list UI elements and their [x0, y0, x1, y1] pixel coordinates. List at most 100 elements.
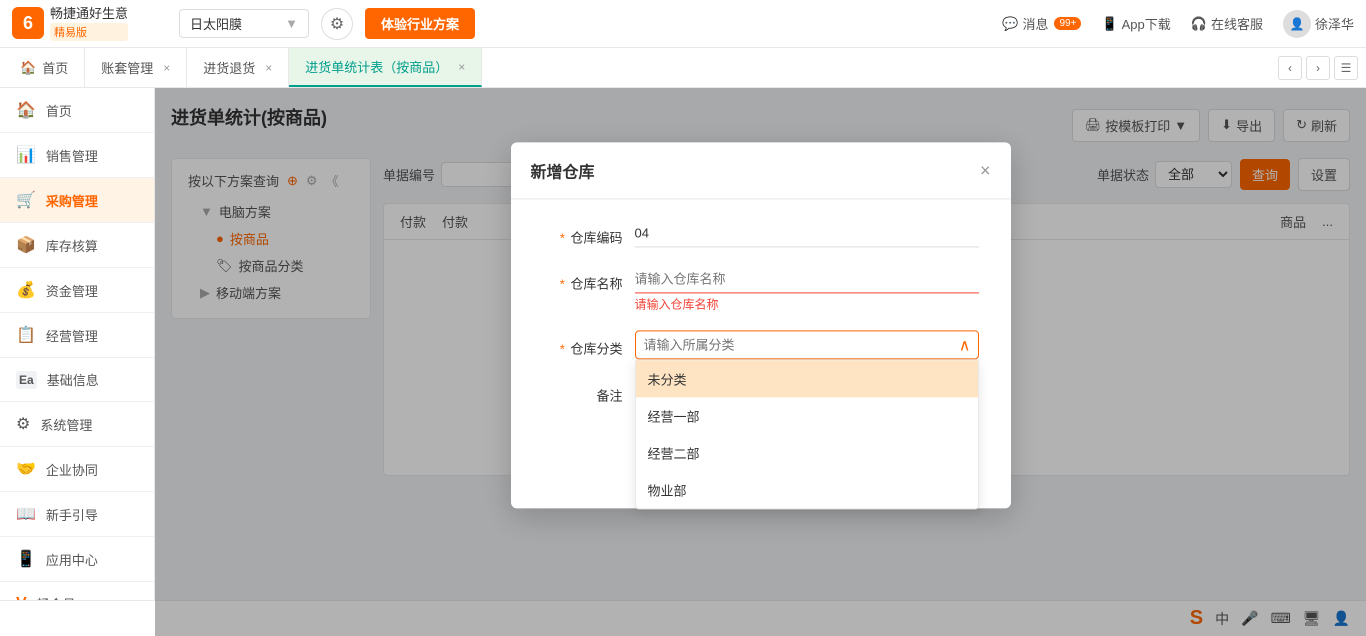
basic-info-icon: Ea — [16, 371, 37, 389]
logo-name: 畅捷通好生意 — [50, 6, 128, 23]
tab-home-label: 首页 — [42, 58, 68, 77]
header-right: 💬 消息 99+ 📱 App下载 🎧 在线客服 👤 徐泽华 — [1002, 10, 1354, 38]
dialog-title: 新增仓库 — [531, 158, 595, 182]
sidebar-item-operations[interactable]: 📋 经营管理 — [0, 313, 154, 358]
dialog-header: 新增仓库 × — [511, 142, 1011, 199]
user-item[interactable]: 👤 徐泽华 — [1283, 10, 1354, 38]
warehouse-name-error: 请输入仓库名称 — [635, 295, 979, 312]
sidebar-label-sales: 销售管理 — [46, 146, 98, 165]
phone-icon: 📱 — [1101, 16, 1117, 32]
top-header: 6 畅捷通好生意 精易版 日太阳膜 ▼ ⚙ 体验行业方案 💬 消息 99+ 📱 … — [0, 0, 1366, 48]
avatar: 👤 — [1283, 10, 1311, 38]
dropdown-item-ops2[interactable]: 经营二部 — [636, 434, 978, 471]
tab-menu[interactable]: ☰ — [1334, 56, 1358, 80]
sidebar-item-purchase[interactable]: 🛒 采购管理 — [0, 178, 154, 223]
dropdown-item-ops1[interactable]: 经营一部 — [636, 397, 978, 434]
sidebar-label-home: 首页 — [46, 101, 72, 120]
messages-label: 消息 — [1022, 14, 1048, 33]
sidebar-label-cooperation: 企业协同 — [46, 460, 98, 479]
warehouse-code-row: * 仓库编码 — [543, 219, 979, 247]
sidebar-label-guide: 新手引导 — [46, 505, 98, 524]
messages-badge: 99+ — [1054, 17, 1081, 30]
tab-purchase-return-label: 进货退货 — [203, 58, 255, 77]
sidebar-label-system: 系统管理 — [40, 415, 92, 434]
tab-controls: ‹ › ☰ — [1278, 48, 1366, 87]
messages-item[interactable]: 💬 消息 99+ — [1002, 14, 1081, 33]
sales-icon: 📊 — [16, 145, 36, 165]
logo-tag: 精易版 — [50, 23, 128, 41]
warehouse-name-label: * 仓库名称 — [543, 265, 623, 292]
dialog-body: * 仓库编码 * 仓库名称 请输入仓库名称 — [511, 199, 1011, 443]
sidebar-item-inventory[interactable]: 📦 库存核算 — [0, 223, 154, 268]
sidebar-label-purchase: 采购管理 — [46, 191, 98, 210]
store-name: 日太阳膜 — [190, 14, 242, 33]
headset-icon: 🎧 — [1191, 16, 1207, 32]
content-area: 进货单统计(按商品) 🖨 按模板打印 ▼ ⬇ 导出 ↻ 刷新 — [155, 88, 1366, 636]
home-icon: 🏠 — [20, 60, 36, 76]
system-icon: ⚙ — [16, 414, 30, 434]
notes-label: 备注 — [543, 377, 623, 404]
sidebar-item-cooperation[interactable]: 🤝 企业协同 — [0, 447, 154, 492]
logo-area: 6 畅捷通好生意 精易版 — [12, 6, 167, 41]
warehouse-category-row: * 仓库分类 ∧ 未分类 经营一部 — [543, 330, 979, 359]
sidebar: 🏠 首页 📊 销售管理 🛒 采购管理 📦 库存核算 💰 资金管理 📋 经营管理 … — [0, 88, 155, 636]
tab-purchase-stats[interactable]: 进货单统计表（按商品） × — [289, 48, 482, 87]
warehouse-code-label: * 仓库编码 — [543, 219, 623, 246]
sidebar-item-sales[interactable]: 📊 销售管理 — [0, 133, 154, 178]
logo-icon: 6 — [12, 7, 44, 39]
tab-purchase-stats-close[interactable]: × — [458, 60, 465, 74]
purchase-icon: 🛒 — [16, 190, 36, 210]
sidebar-item-system[interactable]: ⚙ 系统管理 — [0, 402, 154, 447]
warehouse-name-row: * 仓库名称 请输入仓库名称 — [543, 265, 979, 312]
online-service-label: 在线客服 — [1211, 14, 1263, 33]
sidebar-item-finance[interactable]: 💰 资金管理 — [0, 268, 154, 313]
online-service-item[interactable]: 🎧 在线客服 — [1191, 14, 1263, 33]
warehouse-category-label: * 仓库分类 — [543, 330, 623, 357]
warehouse-code-input[interactable] — [635, 219, 979, 247]
app-download-item[interactable]: 📱 App下载 — [1101, 14, 1170, 33]
guide-icon: 📖 — [16, 504, 36, 524]
sidebar-item-home[interactable]: 🏠 首页 — [0, 88, 154, 133]
sidebar-item-guide[interactable]: 📖 新手引导 — [0, 492, 154, 537]
sidebar-label-operations: 经营管理 — [46, 326, 98, 345]
tab-accounts-close[interactable]: × — [163, 61, 170, 75]
category-dropdown: 未分类 经营一部 经营二部 物业部 — [635, 359, 979, 509]
username: 徐泽华 — [1315, 14, 1354, 33]
tab-purchase-stats-label: 进货单统计表（按商品） — [305, 57, 448, 76]
gear-button[interactable]: ⚙ — [321, 8, 353, 40]
operations-icon: 📋 — [16, 325, 36, 345]
warehouse-category-input[interactable] — [635, 330, 979, 359]
sidebar-label-inventory: 库存核算 — [46, 236, 98, 255]
tab-purchase-return[interactable]: 进货退货 × — [187, 48, 289, 87]
new-warehouse-dialog: 新增仓库 × * 仓库编码 * — [511, 142, 1011, 508]
tab-scroll-right[interactable]: › — [1306, 56, 1330, 80]
inventory-icon: 📦 — [16, 235, 36, 255]
sidebar-item-apps[interactable]: 📱 应用中心 — [0, 537, 154, 582]
warehouse-category-wrap: ∧ 未分类 经营一部 经营二部 — [635, 330, 979, 359]
warehouse-name-input[interactable] — [635, 265, 979, 293]
app-download-label: App下载 — [1122, 14, 1171, 33]
tab-scroll-left[interactable]: ‹ — [1278, 56, 1302, 80]
sidebar-label-apps: 应用中心 — [46, 550, 98, 569]
gear-icon: ⚙ — [330, 14, 344, 34]
tab-accounts[interactable]: 账套管理 × — [85, 48, 187, 87]
finance-icon: 💰 — [16, 280, 36, 300]
apps-icon: 📱 — [16, 549, 36, 569]
warehouse-name-wrap: 请输入仓库名称 — [635, 265, 979, 312]
trial-button[interactable]: 体验行业方案 — [365, 8, 475, 39]
warehouse-code-wrap — [635, 219, 979, 247]
message-icon: 💬 — [1002, 16, 1018, 32]
home-icon: 🏠 — [16, 100, 36, 120]
tab-home[interactable]: 🏠 首页 — [4, 48, 85, 87]
tab-purchase-return-close[interactable]: × — [265, 61, 272, 75]
tab-bar: 🏠 首页 账套管理 × 进货退货 × 进货单统计表（按商品） × ‹ › ☰ — [0, 48, 1366, 88]
main-layout: 🏠 首页 📊 销售管理 🛒 采购管理 📦 库存核算 💰 资金管理 📋 经营管理 … — [0, 88, 1366, 636]
sidebar-item-basic-info[interactable]: Ea 基础信息 — [0, 358, 154, 402]
dropdown-item-uncategorized[interactable]: 未分类 — [636, 360, 978, 397]
dialog-close-button[interactable]: × — [980, 160, 991, 181]
sidebar-label-finance: 资金管理 — [46, 281, 98, 300]
chevron-down-icon: ▼ — [285, 16, 298, 31]
store-selector[interactable]: 日太阳膜 ▼ — [179, 9, 309, 38]
tab-accounts-label: 账套管理 — [101, 58, 153, 77]
dropdown-item-property[interactable]: 物业部 — [636, 471, 978, 508]
